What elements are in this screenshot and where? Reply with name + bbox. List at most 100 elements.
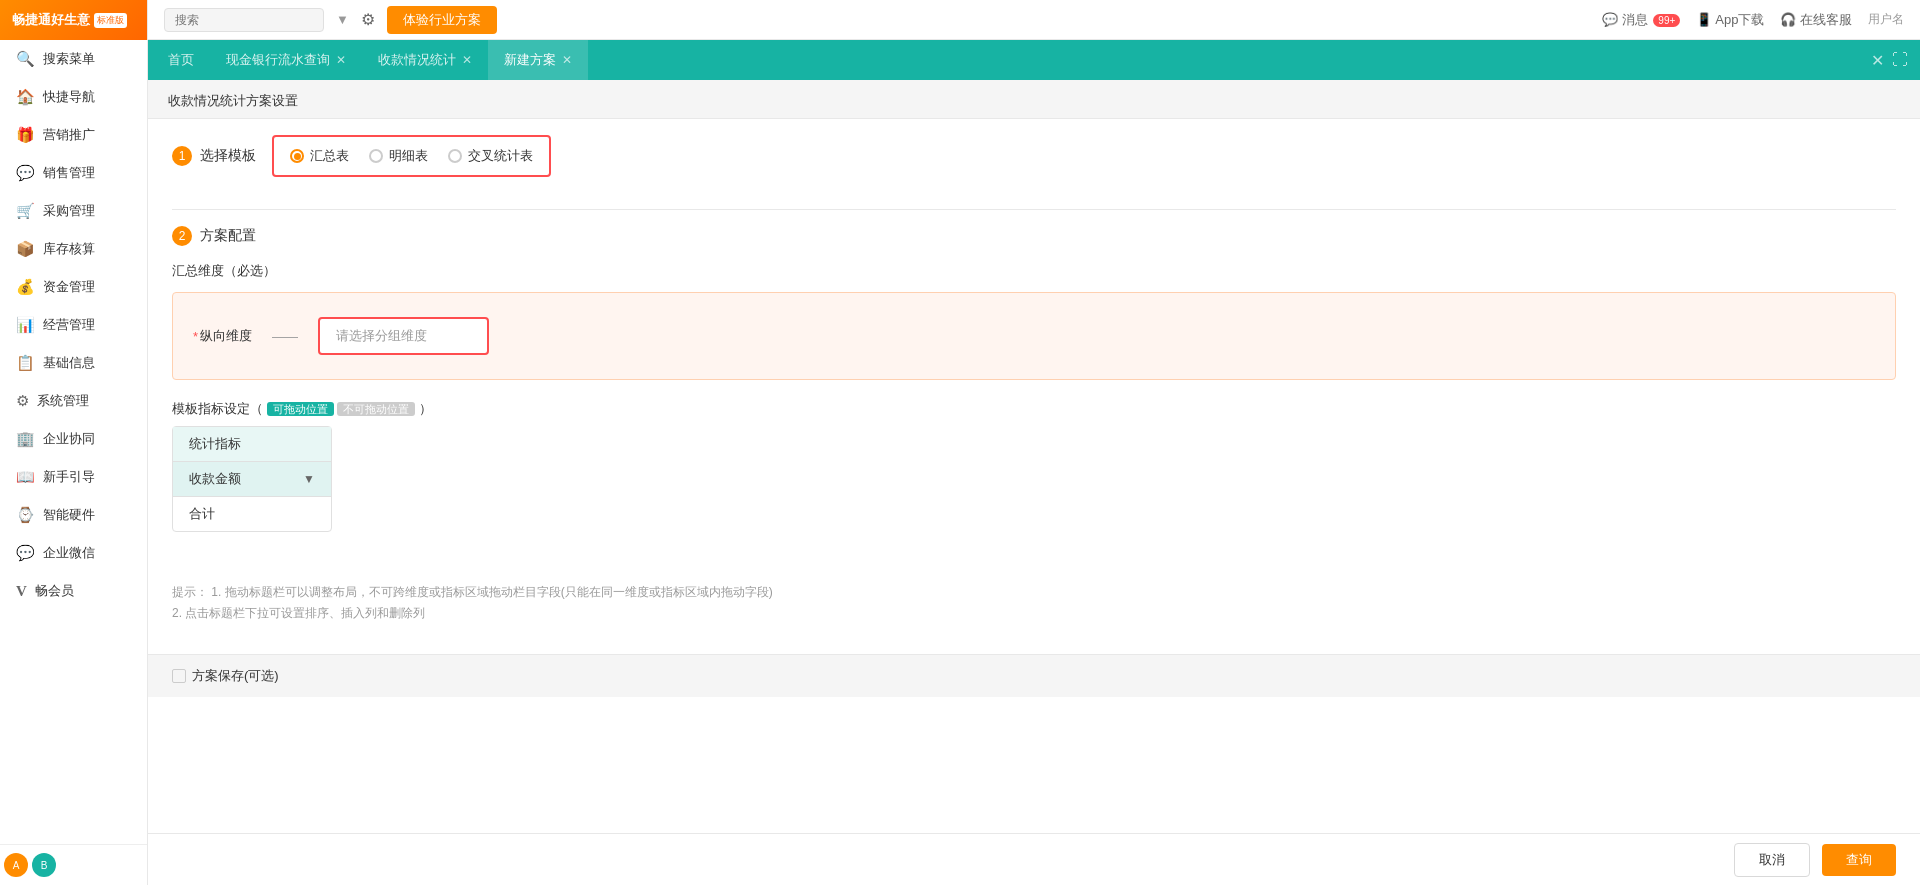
settings-icon[interactable]: ⚙	[361, 10, 375, 29]
tab-receipt-stats-close[interactable]: ✕	[462, 53, 472, 67]
sidebar-item-label: 快捷导航	[43, 88, 95, 106]
metrics-config: 模板指标设定（ 可拖动位置 不可拖动位置 ） 统计指标	[172, 400, 1896, 532]
dropdown-arrow-icon[interactable]: ▼	[303, 472, 315, 486]
trial-btn[interactable]: 体验行业方案	[387, 6, 497, 34]
tab-bank-flow-label: 现金银行流水查询	[226, 51, 330, 69]
sidebar-item-label: 企业微信	[43, 544, 95, 562]
bottom-action-bar: 取消 查询	[148, 833, 1920, 885]
template-options: 汇总表 明细表 交叉统计表	[272, 135, 551, 177]
sidebar: 畅捷通好生意 标准版 🔍 搜索菜单 🏠 快捷导航 🎁 营销推广 💬 销售管理 🛒…	[0, 0, 148, 885]
query-button[interactable]: 查询	[1822, 844, 1896, 876]
radio-summary[interactable]	[290, 149, 304, 163]
radio-detail[interactable]	[369, 149, 383, 163]
sidebar-item-label: 资金管理	[43, 278, 95, 296]
maximize-window-icon[interactable]: ⛶	[1892, 51, 1908, 69]
tips-line1: 提示： 1. 拖动标题栏可以调整布局，不可跨维度或指标区域拖动栏目字段(只能在同…	[172, 584, 1872, 601]
step2-header: 2 方案配置	[172, 226, 1896, 246]
sidebar-logo: 畅捷通好生意	[12, 11, 90, 29]
dimension-config-label: 汇总维度（必选）	[172, 262, 1896, 280]
step1-number: 1	[172, 146, 192, 166]
dimension-select-placeholder: 请选择分组维度	[336, 328, 427, 343]
enterprise-icon: 🏢	[16, 430, 35, 448]
sidebar-edition: 标准版	[94, 13, 127, 28]
sidebar-item-inventory[interactable]: 📦 库存核算	[0, 230, 147, 268]
tab-home[interactable]: 首页	[148, 40, 210, 80]
sidebar-item-member[interactable]: V 畅会员	[0, 572, 147, 610]
metrics-label: 模板指标设定（ 可拖动位置 不可拖动位置 ）	[172, 400, 1896, 418]
message-link[interactable]: 💬 消息 99+	[1602, 11, 1680, 29]
clipboard-icon: 📋	[16, 354, 35, 372]
sidebar-item-purchase[interactable]: 🛒 采购管理	[0, 192, 147, 230]
sidebar-item-label: 经营管理	[43, 316, 95, 334]
option-detail[interactable]: 明细表	[369, 147, 428, 165]
dimension-select[interactable]: 请选择分组维度	[318, 317, 489, 355]
topbar-right: 💬 消息 99+ 📱 App下载 🎧 在线客服 用户名	[1602, 11, 1904, 29]
sidebar-item-finance[interactable]: 💰 资金管理	[0, 268, 147, 306]
sidebar-item-marketing[interactable]: 🎁 营销推广	[0, 116, 147, 154]
app-download-link[interactable]: 📱 App下载	[1696, 11, 1764, 29]
sidebar-header: 畅捷通好生意 标准版	[0, 0, 147, 40]
tab-bank-flow-close[interactable]: ✕	[336, 53, 346, 67]
footer-section: 方案保存(可选)	[148, 654, 1920, 697]
arrow-separator: ——	[272, 329, 298, 344]
metrics-setting-text: 模板指标设定（ 可拖动位置 不可拖动位置 ）	[172, 400, 432, 418]
stats-row-total: 合计	[173, 497, 331, 531]
tab-bank-flow[interactable]: 现金银行流水查询 ✕	[210, 40, 362, 80]
save-option-label: 方案保存(可选)	[192, 667, 279, 685]
sidebar-item-label: 销售管理	[43, 164, 95, 182]
sidebar-item-label: 企业协同	[43, 430, 95, 448]
sidebar-item-sales[interactable]: 💬 销售管理	[0, 154, 147, 192]
online-service-link[interactable]: 🎧 在线客服	[1780, 11, 1852, 29]
tab-new-plan[interactable]: 新建方案 ✕	[488, 40, 588, 80]
tab-new-plan-close[interactable]: ✕	[562, 53, 572, 67]
gear-icon: ⚙	[16, 392, 29, 410]
sidebar-item-basic-info[interactable]: 📋 基础信息	[0, 344, 147, 382]
radio-cross[interactable]	[448, 149, 462, 163]
gift-icon: 🎁	[16, 126, 35, 144]
topbar-dropdown-icon[interactable]: ▼	[336, 12, 349, 27]
sidebar-item-label: 基础信息	[43, 354, 95, 372]
home-icon: 🏠	[16, 88, 35, 106]
sidebar-item-smart-hw[interactable]: ⌚ 智能硬件	[0, 496, 147, 534]
tips-text1: 1. 拖动标题栏可以调整布局，不可跨维度或指标区域拖动栏目字段(只能在同一维度或…	[211, 585, 772, 599]
tab-home-label: 首页	[168, 51, 194, 69]
close-window-icon[interactable]: ✕	[1871, 51, 1884, 70]
tips-section: 提示： 1. 拖动标题栏可以调整布局，不可跨维度或指标区域拖动栏目字段(只能在同…	[172, 572, 1896, 638]
sidebar-item-beginner[interactable]: 📖 新手引导	[0, 458, 147, 496]
online-service-label: 在线客服	[1800, 12, 1852, 27]
stats-table: 统计指标 收款金额 ▼ 合计	[172, 426, 332, 532]
page-title: 收款情况统计方案设置	[168, 93, 298, 108]
sidebar-item-label: 智能硬件	[43, 506, 95, 524]
option-summary[interactable]: 汇总表	[290, 147, 349, 165]
option-cross[interactable]: 交叉统计表	[448, 147, 533, 165]
box-icon: 📦	[16, 240, 35, 258]
stats-column-header[interactable]: 收款金额 ▼	[173, 462, 331, 497]
sidebar-item-enterprise[interactable]: 🏢 企业协同	[0, 420, 147, 458]
tab-receipt-stats[interactable]: 收款情况统计 ✕	[362, 40, 488, 80]
sidebar-item-operations[interactable]: 📊 经营管理	[0, 306, 147, 344]
user-name: 用户名	[1868, 11, 1904, 28]
checkbox-box[interactable]	[172, 669, 186, 683]
tips-title: 提示：	[172, 585, 208, 599]
chart-icon: 📊	[16, 316, 35, 334]
sidebar-item-quick-nav[interactable]: 🏠 快捷导航	[0, 78, 147, 116]
cancel-button[interactable]: 取消	[1734, 843, 1810, 877]
topbar: ▼ ⚙ 体验行业方案 💬 消息 99+ 📱 App下载 🎧 在线客服 用户名	[148, 0, 1920, 40]
sales-icon: 💬	[16, 164, 35, 182]
step2-number: 2	[172, 226, 192, 246]
tabs-bar: 首页 现金银行流水查询 ✕ 收款情况统计 ✕ 新建方案 ✕ ✕ ⛶	[148, 40, 1920, 80]
draggable-badge: 可拖动位置	[267, 402, 334, 416]
money-icon: 💰	[16, 278, 35, 296]
save-option-checkbox[interactable]: 方案保存(可选)	[172, 667, 1896, 685]
option-detail-label: 明细表	[389, 147, 428, 165]
sidebar-bottom: A B	[0, 844, 147, 885]
tips-line2: 2. 点击标题栏下拉可设置排序、插入列和删除列	[172, 605, 1872, 622]
vertical-dimension-label: * 纵向维度	[193, 327, 252, 345]
vip-icon: V	[16, 583, 27, 600]
step2-label: 方案配置	[200, 227, 256, 245]
sidebar-item-search-menu[interactable]: 🔍 搜索菜单	[0, 40, 147, 78]
step1-header: 1 选择模板 汇总表 明细表 交叉统计表	[172, 135, 1896, 177]
sidebar-item-enterprise-wechat[interactable]: 💬 企业微信	[0, 534, 147, 572]
search-input[interactable]	[164, 8, 324, 32]
sidebar-item-system[interactable]: ⚙ 系统管理	[0, 382, 147, 420]
